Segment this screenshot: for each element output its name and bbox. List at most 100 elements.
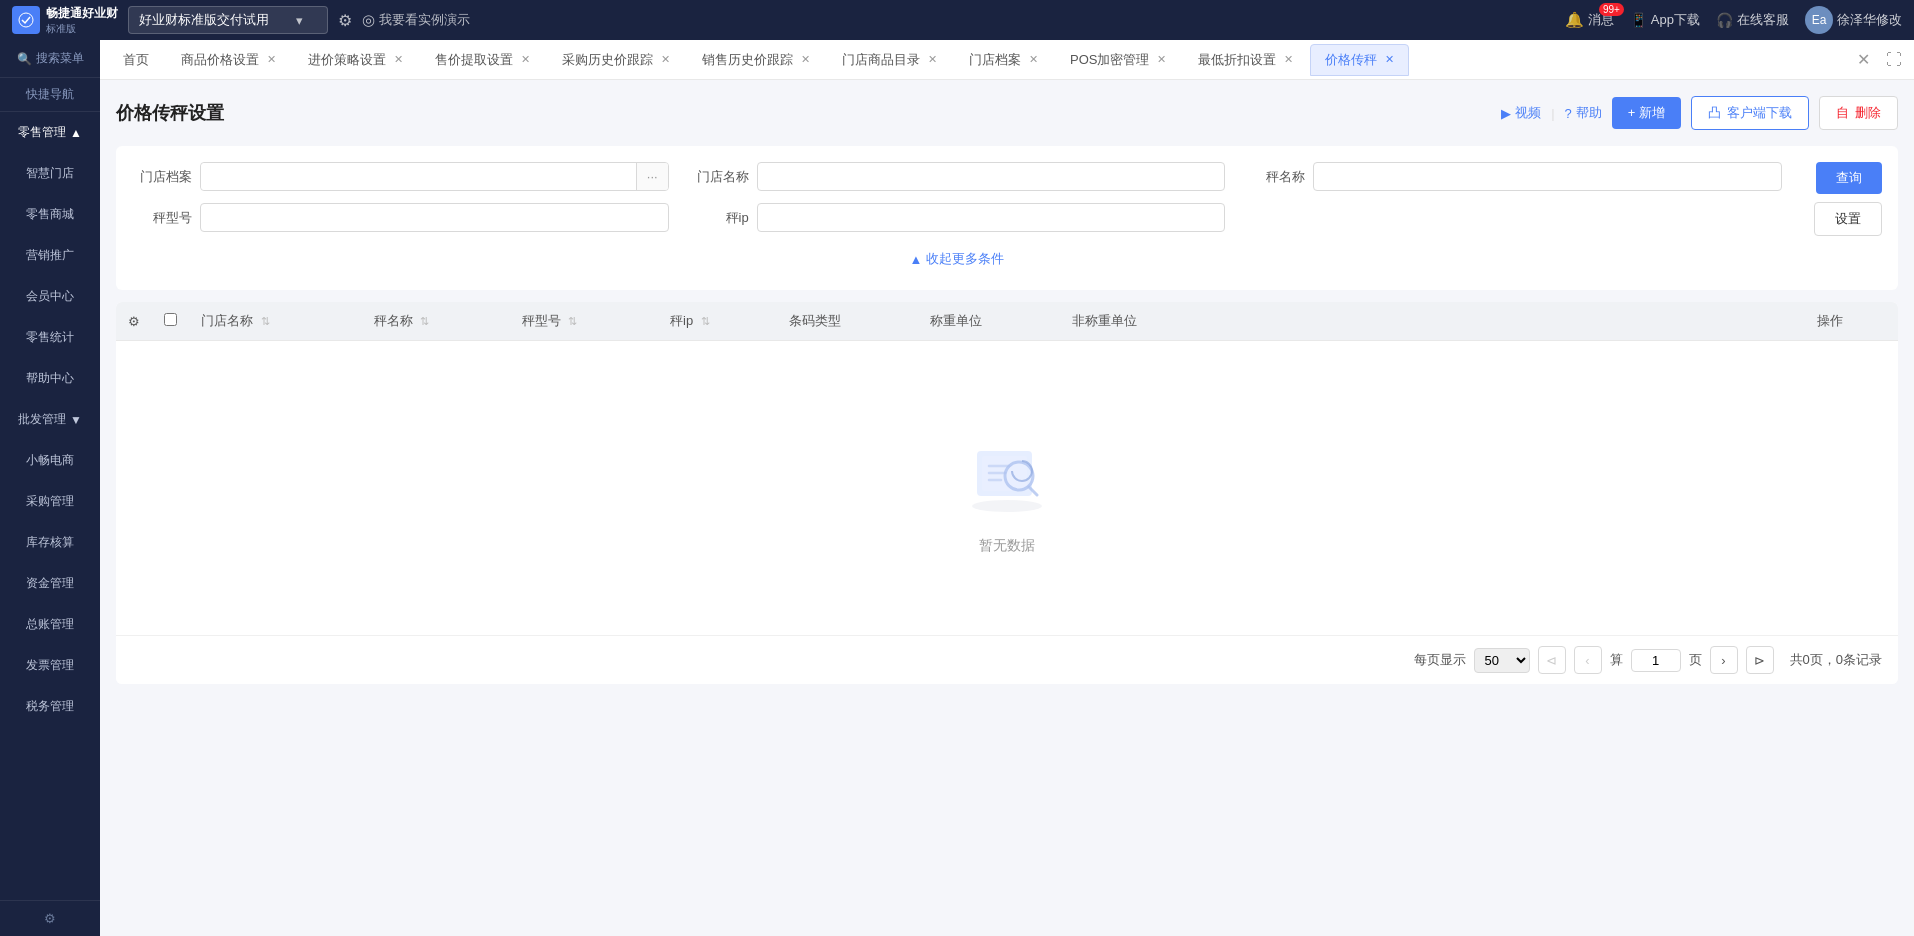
sidebar-item-xiao-chang-ecom[interactable]: 小畅电商 <box>4 442 96 479</box>
sidebar-quick-nav[interactable]: 快捷导航 <box>0 78 100 112</box>
page-actions: ▶ 视频 | ? 帮助 + 新增 凸 客户端下载 <box>1501 96 1898 130</box>
add-button[interactable]: + 新增 <box>1612 97 1681 129</box>
store-file-trigger-btn[interactable]: ··· <box>636 163 668 190</box>
store-name-input[interactable] <box>757 162 1226 191</box>
field-store-name: 门店名称 <box>689 162 1226 191</box>
gear-icon[interactable]: ⚙ <box>128 314 140 329</box>
select-all-checkbox[interactable] <box>164 313 177 326</box>
last-page-button[interactable]: ⊳ <box>1746 646 1774 674</box>
svg-point-1 <box>972 500 1042 512</box>
tab-expand-icon[interactable]: ⛶ <box>1882 49 1906 71</box>
collapse-btn[interactable]: ▲ 收起更多条件 <box>132 244 1782 274</box>
sidebar-search[interactable]: 🔍 搜索菜单 <box>0 40 100 78</box>
tab-close-icon[interactable]: ✕ <box>1284 53 1293 66</box>
sidebar-item-tax-mgmt[interactable]: 税务管理 <box>4 688 96 725</box>
col-scale-model: 秤型号 ⇅ <box>510 302 658 341</box>
sidebar-item-invoice-mgmt[interactable]: 发票管理 <box>4 647 96 684</box>
scale-model-input[interactable] <box>200 203 669 232</box>
bell-icon: 🔔 <box>1565 11 1584 29</box>
page-content: 价格传秤设置 ▶ 视频 | ? 帮助 + 新增 <box>100 80 1914 936</box>
demo-link[interactable]: ◎ 我要看实例演示 <box>362 11 470 29</box>
per-page-label: 每页显示 <box>1414 651 1466 669</box>
tab-home[interactable]: 首页 <box>108 44 164 76</box>
tab-close-icon[interactable]: ✕ <box>267 53 276 66</box>
sort-icon[interactable]: ⇅ <box>420 315 429 327</box>
scale-ip-label: 秤ip <box>689 209 749 227</box>
tab-sale-price-extract[interactable]: 售价提取设置 ✕ <box>420 44 545 76</box>
set-button[interactable]: 设置 <box>1814 202 1882 236</box>
table-body: 暂无数据 <box>116 341 1898 636</box>
sidebar-settings-icon[interactable]: ⚙ <box>0 900 100 936</box>
next-page-button[interactable]: › <box>1710 646 1738 674</box>
sort-icon[interactable]: ⇅ <box>568 315 577 327</box>
scale-model-label: 秤型号 <box>132 209 192 227</box>
logo-text: 畅捷通好业财 标准版 <box>46 5 118 36</box>
sort-icon[interactable]: ⇅ <box>261 315 270 327</box>
sidebar-item-funds-mgmt[interactable]: 资金管理 <box>4 565 96 602</box>
sidebar-item-inventory[interactable]: 库存核算 <box>4 524 96 561</box>
prev-page-button[interactable]: ‹ <box>1574 646 1602 674</box>
notice-button[interactable]: 🔔 消息 99+ <box>1565 11 1614 29</box>
sidebar-item-purchase-mgmt[interactable]: 采购管理 <box>4 483 96 520</box>
headset-icon: 🎧 <box>1716 12 1733 28</box>
scale-ip-input[interactable] <box>757 203 1226 232</box>
sidebar-item-smart-store[interactable]: 智慧门店 <box>4 155 96 192</box>
page-label: 算 <box>1610 651 1623 669</box>
tab-close-all-icon[interactable]: ✕ <box>1853 48 1874 71</box>
sidebar-item-wholesale-management[interactable]: 批发管理 ▼ <box>4 401 96 438</box>
play-icon: ▶ <box>1501 106 1511 121</box>
page-title: 价格传秤设置 <box>116 101 224 125</box>
collapse-up-icon: ▲ <box>910 252 923 267</box>
form-row-2: 秤型号 秤ip <box>132 203 1782 232</box>
online-service-button[interactable]: 🎧 在线客服 <box>1716 11 1789 29</box>
total-info: 共0页，0条记录 <box>1790 651 1882 669</box>
query-button[interactable]: 查询 <box>1816 162 1882 194</box>
user-menu-button[interactable]: Ea 徐泽华修改 <box>1805 6 1902 34</box>
help-link[interactable]: ? 帮助 <box>1565 104 1602 122</box>
page-suffix: 页 <box>1689 651 1702 669</box>
tab-price-scale[interactable]: 价格传秤 ✕ <box>1310 44 1409 76</box>
page-input[interactable] <box>1631 649 1681 672</box>
tab-close-icon[interactable]: ✕ <box>801 53 810 66</box>
tab-close-icon[interactable]: ✕ <box>1029 53 1038 66</box>
tab-purchase-history[interactable]: 采购历史价跟踪 ✕ <box>547 44 685 76</box>
tab-close-icon[interactable]: ✕ <box>521 53 530 66</box>
tab-store-catalog[interactable]: 门店商品目录 ✕ <box>827 44 952 76</box>
sidebar-item-general-ledger[interactable]: 总账管理 <box>4 606 96 643</box>
sidebar-item-member-center[interactable]: 会员中心 <box>4 278 96 315</box>
avatar: Ea <box>1805 6 1833 34</box>
main-body: 🔍 搜索菜单 快捷导航 零售管理 ▲ 智慧门店 零售商城 营销推广 会员中心 <box>0 40 1914 936</box>
sidebar-item-marketing[interactable]: 营销推广 <box>4 237 96 274</box>
delete-button[interactable]: 自 删除 <box>1819 96 1898 130</box>
tab-close-icon[interactable]: ✕ <box>661 53 670 66</box>
sidebar-item-retail-mall[interactable]: 零售商城 <box>4 196 96 233</box>
sidebar-item-help-center[interactable]: 帮助中心 <box>4 360 96 397</box>
tab-product-price[interactable]: 商品价格设置 ✕ <box>166 44 291 76</box>
per-page-select[interactable]: 50 10 20 100 <box>1474 648 1530 673</box>
first-page-button[interactable]: ⊲ <box>1538 646 1566 674</box>
tab-min-discount[interactable]: 最低折扣设置 ✕ <box>1183 44 1308 76</box>
col-store-name: 门店名称 ⇅ <box>189 302 362 341</box>
page-header: 价格传秤设置 ▶ 视频 | ? 帮助 + 新增 <box>116 96 1898 130</box>
tab-close-icon[interactable]: ✕ <box>1157 53 1166 66</box>
tab-sales-history[interactable]: 销售历史价跟踪 ✕ <box>687 44 825 76</box>
sidebar-item-retail-management[interactable]: 零售管理 ▲ <box>4 114 96 151</box>
tab-pos-encryption[interactable]: POS加密管理 ✕ <box>1055 44 1181 76</box>
video-link[interactable]: ▶ 视频 <box>1501 104 1541 122</box>
tab-close-icon[interactable]: ✕ <box>394 53 403 66</box>
client-download-button[interactable]: 凸 客户端下载 <box>1691 96 1809 130</box>
notice-badge: 99+ <box>1599 3 1624 16</box>
tab-close-icon[interactable]: ✕ <box>1385 53 1394 66</box>
scale-name-input[interactable] <box>1313 162 1782 191</box>
tab-purchase-strategy[interactable]: 进价策略设置 ✕ <box>293 44 418 76</box>
tab-store-file[interactable]: 门店档案 ✕ <box>954 44 1053 76</box>
settings-icon[interactable]: ⚙ <box>338 11 352 30</box>
tab-close-icon[interactable]: ✕ <box>928 53 937 66</box>
version-selector[interactable]: 好业财标准版交付试用 ▾ <box>128 6 328 34</box>
empty-text: 暂无数据 <box>979 537 1035 555</box>
sort-icon[interactable]: ⇅ <box>701 315 710 327</box>
top-bar-left: 畅捷通好业财 标准版 好业财标准版交付试用 ▾ ⚙ ◎ 我要看实例演示 <box>12 5 470 36</box>
app-download-button[interactable]: 📱 App下载 <box>1630 11 1700 29</box>
sidebar-item-retail-stats[interactable]: 零售统计 <box>4 319 96 356</box>
store-file-input[interactable] <box>201 163 636 190</box>
